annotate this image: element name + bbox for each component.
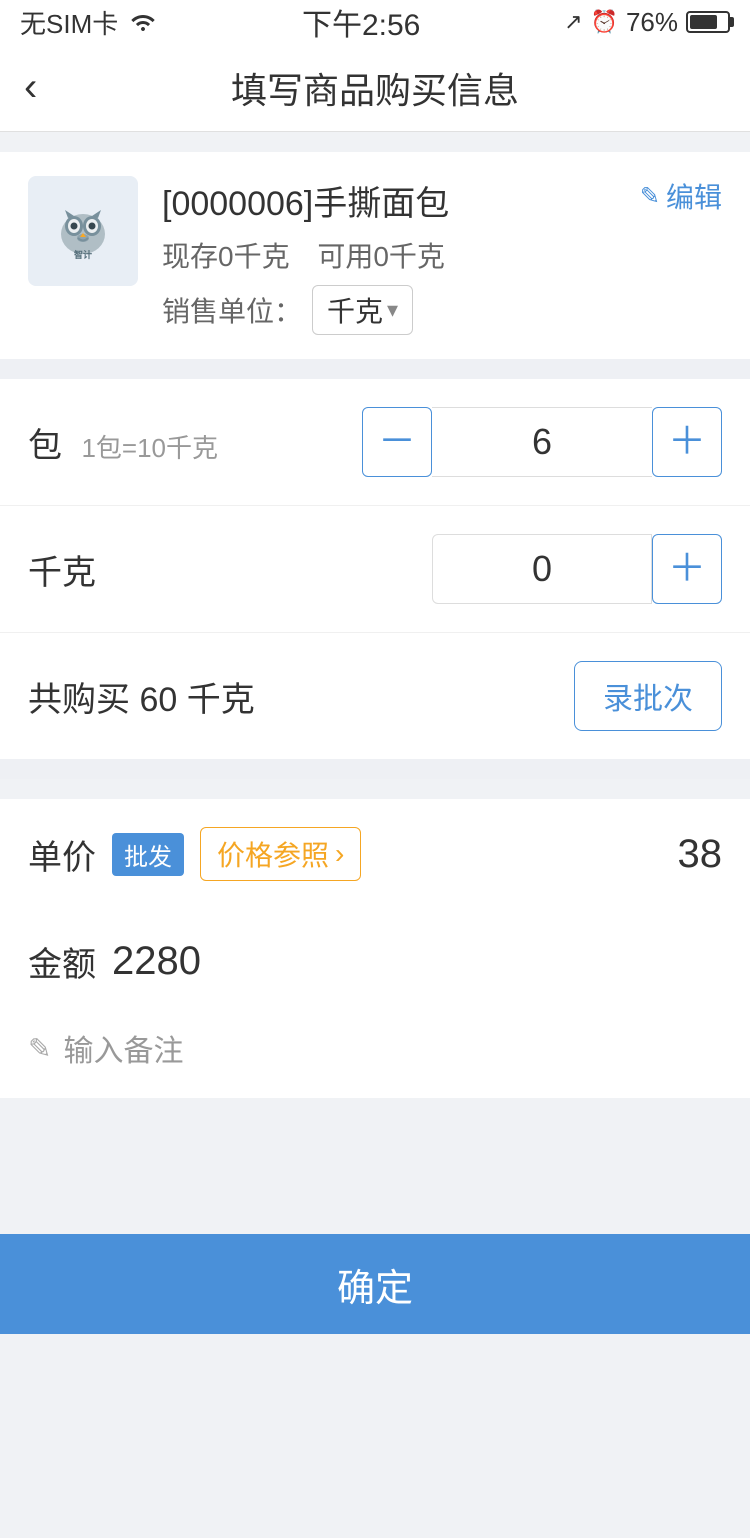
product-unit: 销售单位： 千克 ▾ — [162, 285, 722, 335]
edit-button[interactable]: ✎ 编辑 — [640, 176, 722, 216]
back-button[interactable]: ‹ — [24, 65, 37, 110]
batch-button[interactable]: 录批次 — [574, 661, 722, 731]
product-thumbnail: 智计 — [28, 176, 138, 286]
amount-row: 金额 2280 — [28, 937, 722, 986]
bag-plus-button[interactable]: ＋ — [652, 407, 722, 477]
product-card: 智计 [0000006]手撕面包 现存0千克 可用0千克 销售单位： 千克 ▾ … — [0, 152, 750, 359]
divider-1 — [0, 359, 750, 379]
price-left: 单价 批发 价格参照 › — [28, 827, 361, 881]
price-ref-button[interactable]: 价格参照 › — [200, 827, 361, 881]
carrier-text: 无SIM卡 — [20, 4, 118, 41]
alarm-icon: ⏰ — [591, 9, 618, 35]
status-bar: 无SIM卡 下午2:56 ↗ ⏰ 76% — [0, 0, 750, 44]
kg-label: 千克 — [28, 545, 432, 594]
product-stock: 现存0千克 可用0千克 — [162, 235, 722, 275]
svg-text:智计: 智计 — [74, 249, 92, 260]
divider-2 — [0, 759, 750, 779]
status-left: 无SIM卡 — [20, 4, 158, 41]
status-right: ↗ ⏰ 76% — [564, 7, 730, 38]
kg-input-row: 千克 ＋ — [0, 506, 750, 633]
battery-icon — [686, 11, 730, 33]
nav-bar: ‹ 填写商品购买信息 — [0, 44, 750, 132]
summary-row: 共购买 60 千克 录批次 — [0, 633, 750, 759]
unit-select[interactable]: 千克 ▾ — [312, 285, 413, 335]
location-icon: ↗ — [564, 9, 582, 35]
product-info: [0000006]手撕面包 现存0千克 可用0千克 销售单位： 千克 ▾ — [162, 176, 722, 335]
bag-label: 包 1包=10千克 — [28, 418, 362, 467]
kg-plus-button[interactable]: ＋ — [652, 534, 722, 604]
bag-sublabel: 1包=10千克 — [81, 433, 218, 463]
product-name: [0000006]手撕面包 — [162, 176, 722, 225]
remark-row[interactable]: ✎ 输入备注 — [28, 1006, 722, 1098]
remark-placeholder: 输入备注 — [63, 1026, 183, 1070]
confirm-button[interactable]: 确定 — [0, 1234, 750, 1334]
amount-value: 2280 — [112, 939, 201, 984]
price-value: 38 — [678, 832, 723, 877]
price-row: 单价 批发 价格参照 › 38 — [28, 827, 722, 881]
kg-controls: ＋ — [432, 534, 722, 604]
status-time: 下午2:56 — [302, 0, 420, 44]
bag-controls: － ＋ — [362, 407, 722, 477]
bag-input-row: 包 1包=10千克 － ＋ — [0, 379, 750, 506]
bag-quantity-input[interactable] — [432, 407, 652, 477]
page-title: 填写商品购买信息 — [231, 62, 519, 114]
amount-section: 金额 2280 ✎ 输入备注 — [0, 909, 750, 1098]
pencil-icon: ✎ — [28, 1032, 51, 1065]
battery-percent: 76% — [626, 7, 678, 38]
price-label: 单价 — [28, 830, 96, 879]
wifi-icon — [128, 7, 158, 38]
bag-minus-button[interactable]: － — [362, 407, 432, 477]
summary-text: 共购买 60 千克 — [28, 672, 255, 721]
quantity-bag-section: 包 1包=10千克 － ＋ 千克 ＋ — [0, 379, 750, 633]
price-batch-tag: 批发 — [112, 833, 184, 876]
kg-quantity-input[interactable] — [432, 534, 652, 604]
price-section: 单价 批发 价格参照 › 38 — [0, 799, 750, 909]
amount-label: 金额 — [28, 937, 96, 986]
